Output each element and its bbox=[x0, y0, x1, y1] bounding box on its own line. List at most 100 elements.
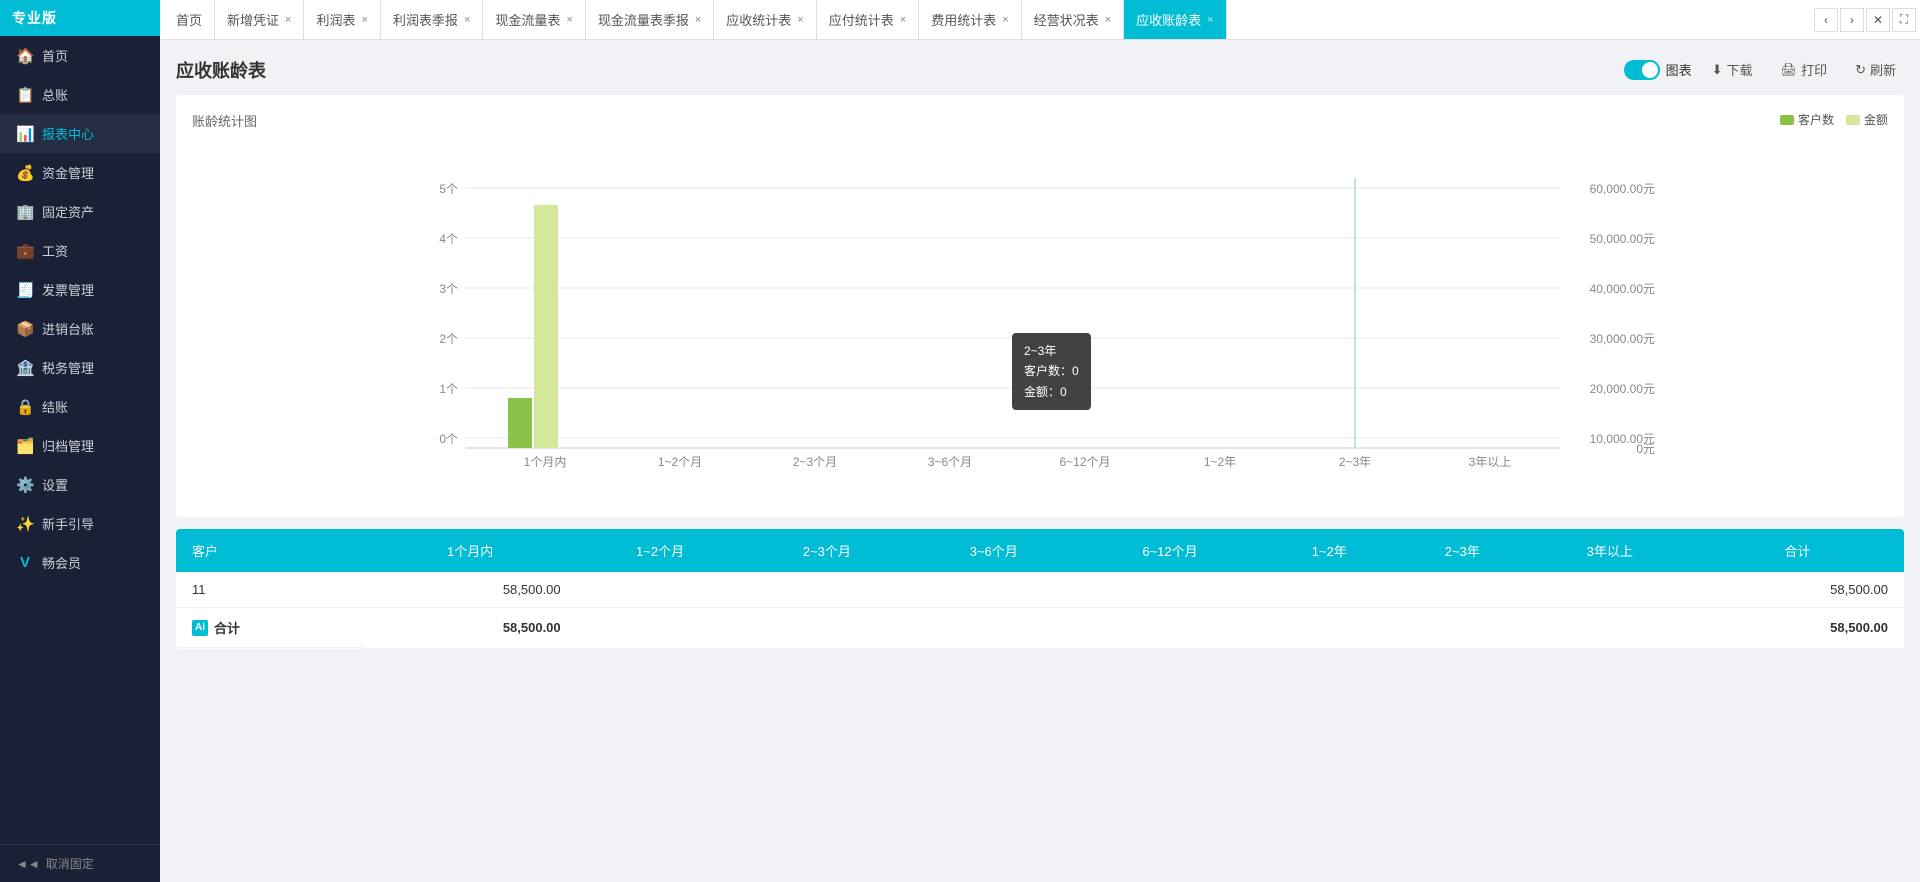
tab-prev-button[interactable]: ‹ bbox=[1814, 8, 1838, 32]
invoice-icon: 🧾 bbox=[16, 281, 34, 299]
tab-home[interactable]: 首页 bbox=[164, 0, 215, 39]
tab-ap-stats-close[interactable]: × bbox=[900, 14, 906, 26]
total-m3-6 bbox=[910, 608, 1077, 649]
col-header-y2-3: 2~3年 bbox=[1396, 529, 1529, 572]
toggle-label: 图表 bbox=[1666, 60, 1692, 79]
sidebar-item-ledger[interactable]: 📋 总账 bbox=[0, 75, 160, 114]
tab-nav-buttons: ‹ › ✕ ⛶ bbox=[1814, 8, 1916, 32]
sidebar-item-label: 畅会员 bbox=[42, 553, 81, 572]
toggle-track[interactable] bbox=[1624, 60, 1660, 80]
bar-amount-0 bbox=[534, 205, 558, 448]
tab-profit[interactable]: 利润表 × bbox=[304, 0, 380, 39]
sidebar-item-label: 报表中心 bbox=[42, 124, 94, 143]
tab-ar-aging-close[interactable]: × bbox=[1207, 14, 1213, 26]
print-button[interactable]: 🖨 打印 bbox=[1773, 56, 1836, 83]
cell-y3plus bbox=[1529, 572, 1691, 608]
svg-text:1~2年: 1~2年 bbox=[1204, 455, 1236, 469]
sidebar-item-salary[interactable]: 💼 工资 bbox=[0, 231, 160, 270]
sidebar-item-membership[interactable]: V 畅会员 bbox=[0, 543, 160, 582]
total-y2-3 bbox=[1396, 608, 1529, 649]
tab-ar-stats[interactable]: 应收统计表 × bbox=[714, 0, 816, 39]
tab-close-all-button[interactable]: ✕ bbox=[1866, 8, 1890, 32]
tab-profit-close[interactable]: × bbox=[361, 14, 367, 26]
tab-expense[interactable]: 费用统计表 × bbox=[919, 0, 1021, 39]
bar-customer-0 bbox=[508, 398, 532, 448]
tab-voucher-close[interactable]: × bbox=[285, 14, 291, 26]
tab-profit-quarter-label: 利润表季报 bbox=[393, 10, 458, 29]
tab-ap-stats[interactable]: 应付统计表 × bbox=[817, 0, 919, 39]
svg-text:40,000.00元: 40,000.00元 bbox=[1590, 282, 1655, 296]
tab-business-close[interactable]: × bbox=[1105, 14, 1111, 26]
tab-voucher[interactable]: 新增凭证 × bbox=[215, 0, 304, 39]
salary-icon: 💼 bbox=[16, 242, 34, 260]
col-header-m2-3: 2~3个月 bbox=[743, 529, 910, 572]
svg-text:1个月内: 1个月内 bbox=[524, 455, 567, 469]
total-m1-2 bbox=[577, 608, 744, 649]
page-header: 应收账龄表 图表 ⬇ 下载 🖨 打印 ↻ 刷新 bbox=[176, 56, 1904, 83]
tab-cashflow-label: 现金流量表 bbox=[495, 10, 560, 29]
cell-m2-3 bbox=[743, 572, 910, 608]
svg-text:3~6个月: 3~6个月 bbox=[928, 455, 972, 469]
sidebar-item-inventory[interactable]: 📦 进销台账 bbox=[0, 309, 160, 348]
tab-home-label: 首页 bbox=[176, 10, 202, 29]
tab-ap-stats-label: 应付统计表 bbox=[829, 10, 894, 29]
tab-voucher-label: 新增凭证 bbox=[227, 10, 279, 29]
sidebar-item-label: 新手引导 bbox=[42, 514, 94, 533]
svg-text:3年以上: 3年以上 bbox=[1469, 455, 1512, 469]
sidebar-item-archive[interactable]: 🗂️ 归档管理 bbox=[0, 426, 160, 465]
sidebar-item-label: 归档管理 bbox=[42, 436, 94, 455]
cell-m1: 58,500.00 bbox=[364, 572, 577, 608]
legend-customer-color bbox=[1780, 115, 1794, 125]
sidebar-item-label: 设置 bbox=[42, 475, 68, 494]
svg-text:30,000.00元: 30,000.00元 bbox=[1590, 332, 1655, 346]
chart-toggle[interactable]: 图表 bbox=[1624, 60, 1692, 80]
tab-cashflow-quarter[interactable]: 现金流量表季报 × bbox=[586, 0, 714, 39]
download-button[interactable]: ⬇ 下载 bbox=[1704, 56, 1761, 83]
tab-ar-stats-close[interactable]: × bbox=[797, 14, 803, 26]
total-total: 58,500.00 bbox=[1691, 608, 1904, 649]
svg-text:6~12个月: 6~12个月 bbox=[1059, 455, 1110, 469]
tab-profit-quarter[interactable]: 利润表季报 × bbox=[381, 0, 483, 39]
tab-ar-aging-label: 应收账龄表 bbox=[1136, 10, 1201, 29]
ledger-icon: 📋 bbox=[16, 86, 34, 104]
tab-cashflow[interactable]: 现金流量表 × bbox=[483, 0, 585, 39]
sidebar-item-home[interactable]: 🏠 首页 bbox=[0, 36, 160, 75]
tab-expense-close[interactable]: × bbox=[1002, 14, 1008, 26]
tab-next-button[interactable]: › bbox=[1840, 8, 1864, 32]
sidebar-item-label: 税务管理 bbox=[42, 358, 94, 377]
svg-text:50,000.00元: 50,000.00元 bbox=[1590, 232, 1655, 246]
cell-y2-3 bbox=[1396, 572, 1529, 608]
funds-icon: 💰 bbox=[16, 164, 34, 182]
tab-expense-label: 费用统计表 bbox=[931, 10, 996, 29]
refresh-button[interactable]: ↻ 刷新 bbox=[1847, 56, 1904, 83]
tab-cashflow-quarter-close[interactable]: × bbox=[695, 14, 701, 26]
sidebar-item-tax[interactable]: 🏦 税务管理 bbox=[0, 348, 160, 387]
closing-icon: 🔒 bbox=[16, 398, 34, 416]
legend-customer: 客户数 bbox=[1780, 111, 1834, 128]
table-total-row: Ai 合计 58,500.00 58,500.00 bbox=[176, 608, 1904, 649]
svg-text:3个: 3个 bbox=[439, 282, 458, 296]
tab-ar-aging[interactable]: 应收账龄表 × bbox=[1124, 0, 1226, 39]
sidebar-item-closing[interactable]: 🔒 结账 bbox=[0, 387, 160, 426]
sidebar-item-label: 总账 bbox=[42, 85, 68, 104]
unpin-label: 取消固定 bbox=[46, 855, 94, 872]
unpin-button[interactable]: ◄◄ 取消固定 bbox=[0, 844, 160, 882]
sidebar-item-invoice[interactable]: 🧾 发票管理 bbox=[0, 270, 160, 309]
cell-m6-12 bbox=[1077, 572, 1263, 608]
tab-profit-quarter-close[interactable]: × bbox=[464, 14, 470, 26]
tab-cashflow-close[interactable]: × bbox=[566, 14, 572, 26]
chart-title: 账龄统计图 bbox=[192, 111, 1888, 130]
sidebar-item-settings[interactable]: ⚙️ 设置 bbox=[0, 465, 160, 504]
sidebar-item-assets[interactable]: 🏢 固定资产 bbox=[0, 192, 160, 231]
sidebar-item-funds[interactable]: 💰 资金管理 bbox=[0, 153, 160, 192]
sidebar-item-reports[interactable]: 📊 报表中心 bbox=[0, 114, 160, 153]
svg-text:2个: 2个 bbox=[439, 332, 458, 346]
sidebar-item-guide[interactable]: ✨ 新手引导 bbox=[0, 504, 160, 543]
tab-business[interactable]: 经营状况表 × bbox=[1022, 0, 1124, 39]
tab-maximize-button[interactable]: ⛶ bbox=[1892, 8, 1916, 32]
sidebar: 专业版 🏠 首页 📋 总账 📊 报表中心 💰 资金管理 🏢 固定资产 💼 工资 … bbox=[0, 0, 160, 882]
reports-icon: 📊 bbox=[16, 125, 34, 143]
col-header-y3plus: 3年以上 bbox=[1529, 529, 1691, 572]
tab-bar: 首页 新增凭证 × 利润表 × 利润表季报 × 现金流量表 × 现金流量表季报 … bbox=[160, 0, 1920, 40]
table-header-row: 客户 1个月内 1~2个月 2~3个月 3~6个月 6~12个月 1~2年 2~… bbox=[176, 529, 1904, 572]
